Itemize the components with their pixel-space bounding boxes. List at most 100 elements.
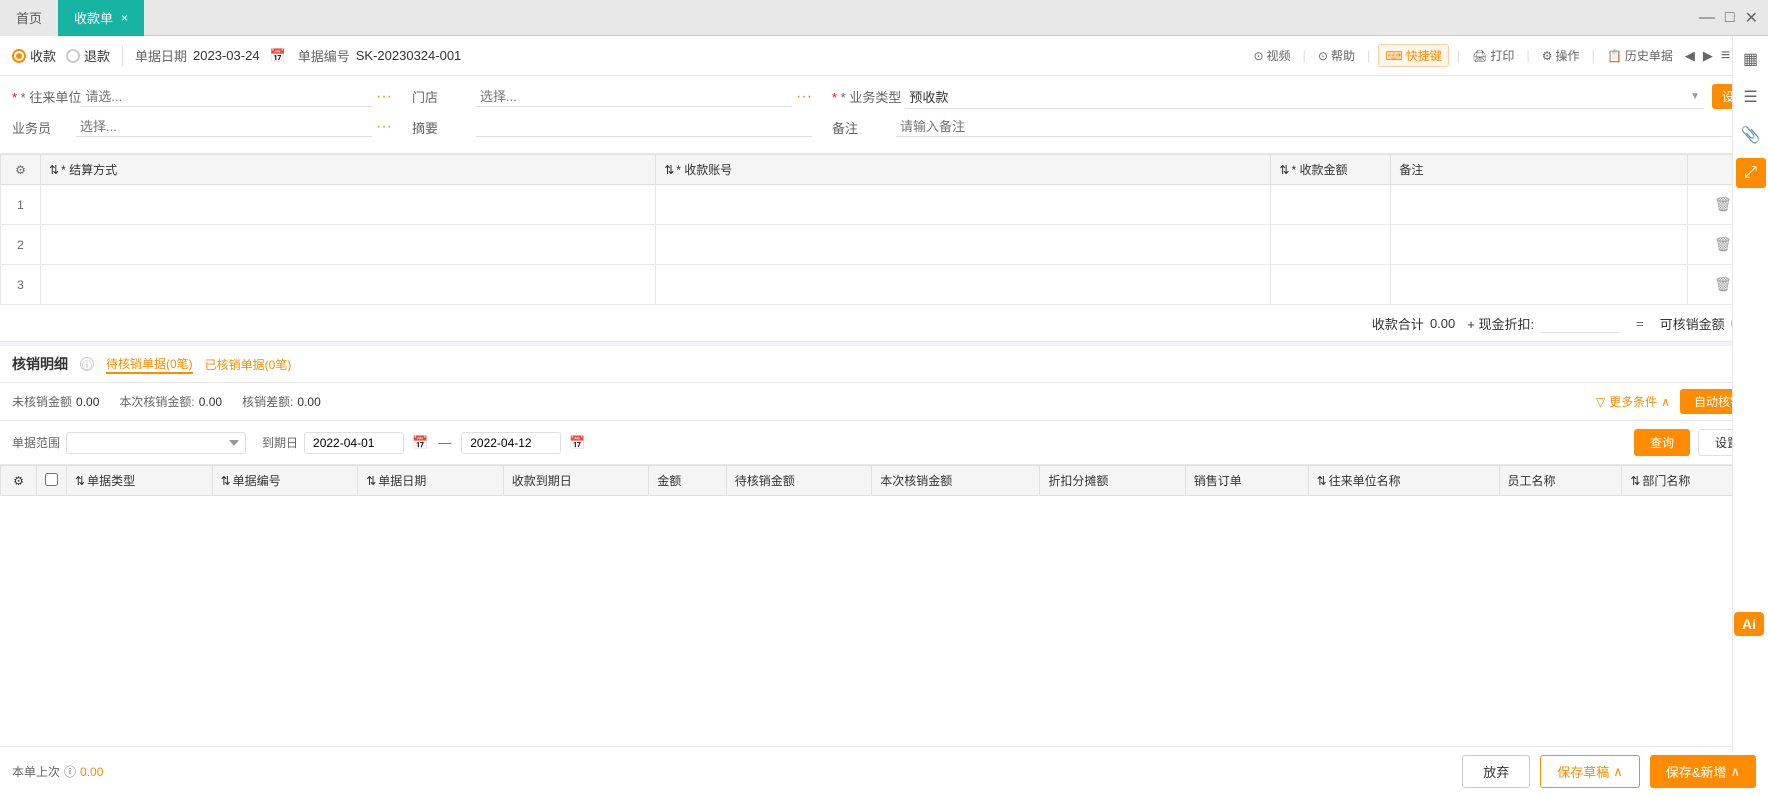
verify-title: 核销明细 (12, 354, 68, 374)
verify-header: 核销明细 ⓘ 待核销单据(0笔) 已核销单据(0笔) (0, 346, 1768, 383)
counterpart-sort[interactable]: ⇅ (1317, 474, 1327, 488)
business-type-select[interactable]: 预收款 ▼ (905, 85, 1704, 109)
delete-icon-1[interactable]: 🗑 (1713, 195, 1733, 215)
staff-header: 员工名称 (1499, 466, 1622, 496)
radio-refund-label: 退款 (84, 46, 110, 65)
calendar-icon[interactable]: 📅 (270, 48, 286, 64)
account-header: ⇅ * 收款账号 (656, 155, 1271, 185)
tab-receipt[interactable]: 收款单 × (58, 0, 144, 36)
counterpart-more-icon[interactable]: ··· (376, 88, 392, 106)
radio-refund[interactable]: 退款 (66, 46, 110, 65)
tab-home[interactable]: 首页 (0, 0, 58, 36)
number-label: 单据编号 (298, 46, 350, 65)
account-sort-icon[interactable]: ⇅ (664, 163, 674, 177)
summary-input[interactable] (476, 117, 812, 137)
payment-method-cell-3[interactable] (41, 265, 656, 305)
pending-tab[interactable]: 待核销单据(0笔) (106, 355, 193, 374)
history-label: 历史单据 (1625, 47, 1673, 64)
total-item: 收款合计 0.00 (1372, 314, 1455, 333)
video-btn[interactable]: ⊙ 视频 (1249, 45, 1294, 66)
bill-date-header: ⇅ 单据日期 (358, 466, 504, 496)
payment-method-cell-2[interactable] (41, 225, 656, 265)
maximize-icon[interactable]: □ (1725, 9, 1735, 27)
sidebar-expand-icon[interactable]: ⤢ (1736, 158, 1766, 188)
ai-badge[interactable]: Ai (1734, 612, 1764, 636)
remark-cell-3[interactable] (1391, 265, 1688, 305)
account-cell-2[interactable] (656, 225, 1271, 265)
bottom-gear-icon[interactable]: ⚙ (13, 474, 24, 488)
help-label: 帮助 (1331, 47, 1355, 64)
abandon-btn[interactable]: 放弃 (1462, 755, 1530, 788)
date-from-input[interactable] (304, 432, 404, 454)
save-draft-btn[interactable]: 保存草稿 ∧ (1540, 755, 1640, 788)
select-all-checkbox[interactable] (45, 473, 58, 486)
delete-icon-3[interactable]: 🗑 (1713, 275, 1733, 295)
shop-more-icon[interactable]: ··· (796, 88, 812, 106)
amount-cell-3[interactable] (1271, 265, 1391, 305)
range-select[interactable] (66, 432, 246, 454)
help-btn[interactable]: ⊙ 帮助 (1314, 45, 1359, 66)
staff-input[interactable] (76, 117, 372, 137)
footer-info-icon[interactable]: ⓘ (64, 763, 76, 780)
remark-field: 备注 (832, 117, 1756, 137)
print-btn[interactable]: 🖨 打印 (1468, 45, 1518, 66)
payment-method-cell-1[interactable] (41, 185, 656, 225)
shop-input[interactable] (476, 87, 792, 107)
operations-label: 操作 (1556, 47, 1580, 64)
history-btn[interactable]: 📋 历史单据 (1603, 45, 1677, 66)
account-cell-1[interactable] (656, 185, 1271, 225)
row-num-2: 2 (1, 225, 41, 265)
date-to-input[interactable] (461, 432, 561, 454)
amount-sort-icon[interactable]: ⇅ (1279, 163, 1289, 177)
save-new-btn[interactable]: 保存&新增 ∧ (1650, 755, 1756, 788)
more-conditions-label: 更多条件 (1609, 393, 1657, 410)
sidebar-table-icon[interactable]: ▦ (1736, 44, 1766, 74)
view-list-icon[interactable]: ≡ (1721, 47, 1730, 65)
bill-type-sort[interactable]: ⇅ (75, 474, 85, 488)
remark-cell-2[interactable] (1391, 225, 1688, 265)
sidebar-list-icon[interactable]: ☰ (1736, 82, 1766, 112)
sidebar-clip-icon[interactable]: 📎 (1736, 120, 1766, 150)
counterpart-input[interactable] (81, 87, 372, 107)
remark-cell-1[interactable] (1391, 185, 1688, 225)
calendar-from-icon[interactable]: 📅 (412, 435, 428, 451)
bill-date-sort[interactable]: ⇅ (366, 474, 376, 488)
payment-method-sort-icon[interactable]: ⇅ (49, 163, 59, 177)
shop-field: 门店 ··· (412, 87, 812, 107)
completed-tab[interactable]: 已核销单据(0笔) (205, 356, 292, 373)
discount-input[interactable] (1540, 313, 1620, 333)
nav-prev[interactable]: ◀ (1685, 48, 1695, 64)
current-stat: 本次核销金额: 0.00 (119, 393, 222, 410)
bill-number-sort[interactable]: ⇅ (221, 474, 231, 488)
radio-receipt[interactable]: 收款 (12, 46, 56, 65)
history-icon: 📋 (1607, 49, 1622, 63)
operations-btn[interactable]: ⚙ 操作 (1538, 45, 1584, 66)
close-icon[interactable]: ✕ (1745, 8, 1758, 28)
dept-sort[interactable]: ⇅ (1630, 474, 1640, 488)
receipt-type-group: 收款 退款 (12, 46, 110, 65)
calendar-to-icon[interactable]: 📅 (569, 435, 585, 451)
shortcut-btn[interactable]: ⌨ 快捷键 (1378, 44, 1448, 67)
minimize-icon[interactable]: — (1699, 9, 1715, 27)
query-btn[interactable]: 查询 (1634, 429, 1690, 456)
tab-close-icon[interactable]: × (121, 11, 128, 25)
table-gear-icon[interactable]: ⚙ (15, 163, 26, 177)
table-row: 1 🗑 ⧉ (1, 185, 1768, 225)
delete-icon-2[interactable]: 🗑 (1713, 235, 1733, 255)
draft-arrow-icon: ∧ (1613, 764, 1623, 780)
counterpart-label: * 往来单位 (12, 87, 81, 106)
current-label: 本次核销金额: (119, 393, 194, 410)
remark-input[interactable] (896, 117, 1756, 137)
more-conditions-btn[interactable]: ▽ 更多条件 ∧ (1596, 393, 1670, 410)
filter-row: 单据范围 到期日 📅 — 📅 查询 设置 (0, 421, 1768, 465)
staff-field: 业务员 ··· (12, 117, 392, 137)
account-cell-3[interactable] (656, 265, 1271, 305)
radio-refund-dot (66, 49, 80, 63)
staff-more-icon[interactable]: ··· (376, 118, 392, 136)
verify-info-icon[interactable]: ⓘ (80, 357, 94, 371)
save-draft-label: 保存草稿 (1557, 762, 1609, 781)
nav-next[interactable]: ▶ (1703, 48, 1713, 64)
amount-cell-1[interactable] (1271, 185, 1391, 225)
form-row-2: 业务员 ··· 摘要 备注 (12, 117, 1756, 137)
amount-cell-2[interactable] (1271, 225, 1391, 265)
